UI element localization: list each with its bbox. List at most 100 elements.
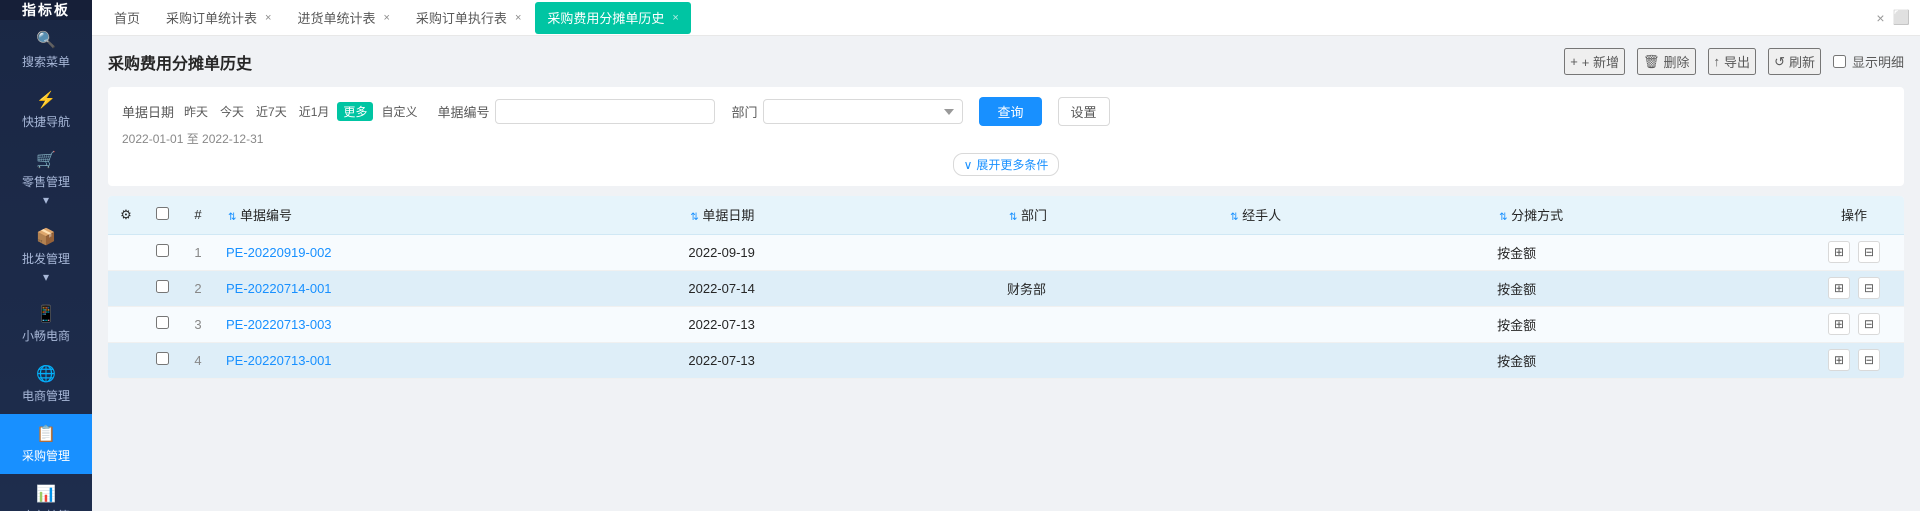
row-checkbox-2[interactable] [144, 306, 180, 342]
table-row: 4 PE-20220713-001 2022-07-13 按金额 ⊞ ⊟ [108, 342, 1904, 378]
tab-close-purchase-cost-history[interactable]: × [672, 12, 678, 24]
row-dept-0 [997, 234, 1218, 270]
expand-more-area: ∨ 展开更多条件 [122, 153, 1890, 176]
tab-close-icon[interactable]: × [1876, 10, 1884, 26]
date-btn-7days[interactable]: 近7天 [252, 102, 291, 121]
doc-no-link-1[interactable]: PE-20220714-001 [226, 281, 332, 296]
row-doc-date-3: 2022-07-13 [678, 342, 997, 378]
tab-purchase-order-exec[interactable]: 采购订单执行表 × [404, 2, 533, 34]
add-button[interactable]: + + 新增 [1564, 48, 1625, 75]
row-num-0: 1 [180, 234, 216, 270]
delete-button[interactable]: 🗑 删除 [1637, 48, 1696, 75]
toolbar: + + 新增 🗑 删除 ↑ 导出 ↺ 刷新 显示明细 [1564, 48, 1904, 75]
mini-icon: 📱 [36, 304, 56, 324]
dept-label: 部门 [731, 102, 757, 121]
refresh-icon: ↺ [1774, 54, 1785, 70]
row-check-1[interactable] [156, 280, 169, 293]
doc-no-link-2[interactable]: PE-20220713-003 [226, 317, 332, 332]
col-setting[interactable]: ⚙ [108, 196, 144, 234]
tab-home[interactable]: 首页 [102, 2, 152, 34]
row-edit-btn-3[interactable]: ⊟ [1858, 349, 1880, 371]
doc-no-input[interactable] [495, 99, 715, 124]
col-doc-date[interactable]: ⇅ 单据日期 [678, 196, 997, 234]
filter-row: 单据日期 昨天 今天 近7天 近1月 更多 自定义 单据编号 [122, 97, 1890, 126]
row-edit-btn-2[interactable]: ⊟ [1858, 313, 1880, 335]
col-split-method[interactable]: ⇅ 分摊方式 [1487, 196, 1804, 234]
date-btn-today[interactable]: 今天 [216, 102, 248, 121]
quick-icon: ⚡ [36, 90, 56, 110]
date-btn-custom[interactable]: 自定义 [377, 102, 421, 121]
row-checkbox-0[interactable] [144, 234, 180, 270]
row-num-1: 2 [180, 270, 216, 306]
row-split-method-2: 按金额 [1487, 306, 1804, 342]
row-doc-no-2[interactable]: PE-20220713-003 [216, 306, 678, 342]
row-check-3[interactable] [156, 352, 169, 365]
row-ops-3: ⊞ ⊟ [1804, 342, 1904, 378]
col-handler[interactable]: ⇅ 经手人 [1218, 196, 1487, 234]
doc-no-link-3[interactable]: PE-20220713-001 [226, 353, 332, 368]
col-doc-no[interactable]: ⇅ 单据编号 [216, 196, 678, 234]
expand-more-button[interactable]: ∨ 展开更多条件 [953, 153, 1060, 176]
row-checkbox-3[interactable] [144, 342, 180, 378]
tab-purchase-cost-history[interactable]: 采购费用分摊单历史 × [535, 2, 690, 34]
row-check-2[interactable] [156, 316, 169, 329]
tab-bar: 首页 采购订单统计表 × 进货单统计表 × 采购订单执行表 × 采购费用分摊单历… [92, 0, 1920, 36]
filter-area: 单据日期 昨天 今天 近7天 近1月 更多 自定义 单据编号 [108, 87, 1904, 186]
doc-no-link-0[interactable]: PE-20220919-002 [226, 245, 332, 260]
select-all-checkbox[interactable] [156, 207, 169, 220]
setting-button[interactable]: 设置 [1058, 97, 1110, 126]
col-dept[interactable]: ⇅ 部门 [997, 196, 1218, 234]
date-shortcuts: 昨天 今天 近7天 近1月 更多 自定义 [180, 102, 421, 121]
show-detail-checkbox[interactable] [1833, 55, 1846, 68]
row-view-btn-2[interactable]: ⊞ [1828, 313, 1850, 335]
sidebar-item-wholesale[interactable]: 📦 批发管理 ▾ [0, 217, 92, 294]
row-split-method-0: 按金额 [1487, 234, 1804, 270]
sidebar: 指标板 🔍 搜索菜单 ⚡ 快捷导航 🛒 零售管理 ▾ 📦 批发管理 ▾ 📱 小畅… [0, 0, 92, 511]
sidebar-item-ecommerce[interactable]: 🌐 电商管理 [0, 354, 92, 414]
row-view-btn-0[interactable]: ⊞ [1828, 241, 1850, 263]
row-dept-3 [997, 342, 1218, 378]
sidebar-item-mini[interactable]: 📱 小畅电商 [0, 294, 92, 354]
sidebar-item-purchase[interactable]: 📋 采购管理 [0, 414, 92, 474]
row-view-btn-1[interactable]: ⊞ [1828, 277, 1850, 299]
row-doc-no-1[interactable]: PE-20220714-001 [216, 270, 678, 306]
row-doc-no-3[interactable]: PE-20220713-001 [216, 342, 678, 378]
row-checkbox-1[interactable] [144, 270, 180, 306]
sidebar-item-retail[interactable]: 🛒 零售管理 ▾ [0, 140, 92, 217]
sort-icon: ⇅ [228, 212, 236, 223]
row-setting-2 [108, 306, 144, 342]
query-button[interactable]: 查询 [979, 97, 1041, 126]
page-title: 采购费用分摊单历史 [108, 50, 252, 74]
tab-close-purchase-order-summary[interactable]: × [265, 12, 271, 24]
tab-purchase-order-summary[interactable]: 采购订单统计表 × [154, 2, 283, 34]
tab-close-purchase-order-exec[interactable]: × [515, 12, 521, 24]
table-row: 1 PE-20220919-002 2022-09-19 按金额 ⊞ ⊟ [108, 234, 1904, 270]
doc-no-filter: 单据编号 [437, 99, 715, 124]
tab-close-purchase-goods-summary[interactable]: × [383, 12, 389, 24]
refresh-button[interactable]: ↺ 刷新 [1768, 48, 1821, 75]
row-edit-btn-0[interactable]: ⊟ [1858, 241, 1880, 263]
tab-actions: × ⬜ [1876, 9, 1910, 26]
export-button[interactable]: ↑ 导出 [1708, 48, 1757, 75]
row-edit-btn-1[interactable]: ⊟ [1858, 277, 1880, 299]
col-checkbox [144, 196, 180, 234]
row-view-btn-3[interactable]: ⊞ [1828, 349, 1850, 371]
date-btn-more[interactable]: 更多 [337, 102, 373, 121]
row-check-0[interactable] [156, 244, 169, 257]
sidebar-item-quick[interactable]: ⚡ 快捷导航 [0, 80, 92, 140]
show-detail-toggle[interactable]: 显示明细 [1833, 52, 1904, 71]
sidebar-item-search[interactable]: 🔍 搜索菜单 [0, 20, 92, 80]
row-ops-2: ⊞ ⊟ [1804, 306, 1904, 342]
dept-filter: 部门 [731, 99, 963, 124]
date-btn-1month[interactable]: 近1月 [295, 102, 334, 121]
sidebar-item-inventory[interactable]: 📊 库存核算 [0, 474, 92, 511]
row-num-2: 3 [180, 306, 216, 342]
export-icon: ↑ [1714, 54, 1721, 69]
tab-maximize-icon[interactable]: ⬜ [1893, 9, 1910, 26]
date-btn-yesterday[interactable]: 昨天 [180, 102, 212, 121]
row-doc-no-0[interactable]: PE-20220919-002 [216, 234, 678, 270]
sort-icon-handler: ⇅ [1230, 212, 1238, 223]
table-row: 2 PE-20220714-001 2022-07-14 财务部 按金额 ⊞ ⊟ [108, 270, 1904, 306]
tab-purchase-goods-summary[interactable]: 进货单统计表 × [285, 2, 401, 34]
dept-select[interactable] [763, 99, 963, 124]
